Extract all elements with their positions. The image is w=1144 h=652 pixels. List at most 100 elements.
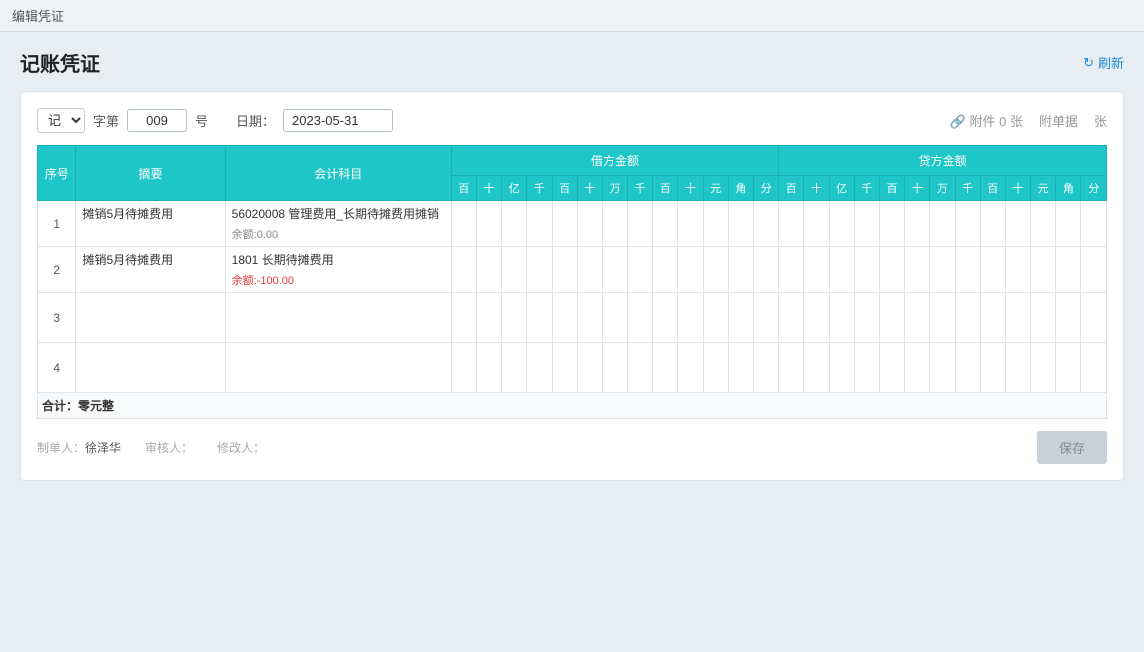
credit-cell-r0-d10[interactable] (1031, 201, 1056, 247)
debit-cell-r1-d2[interactable] (502, 247, 527, 293)
debit-cell-r1-d12[interactable] (754, 247, 779, 293)
debit-cell-r3-d3[interactable] (527, 343, 552, 393)
credit-cell-r2-d1[interactable] (804, 293, 829, 343)
debit-cell-r0-d1[interactable] (476, 201, 501, 247)
credit-cell-r1-d1[interactable] (804, 247, 829, 293)
debit-cell-r3-d12[interactable] (754, 343, 779, 393)
debit-cell-r3-d1[interactable] (476, 343, 501, 393)
credit-cell-r0-d7[interactable] (955, 201, 980, 247)
debit-cell-r3-d9[interactable] (678, 343, 703, 393)
credit-cell-r3-d3[interactable] (854, 343, 879, 393)
debit-cell-r3-d10[interactable] (703, 343, 728, 393)
debit-cell-r0-d9[interactable] (678, 201, 703, 247)
credit-cell-r3-d0[interactable] (779, 343, 804, 393)
credit-cell-r0-d11[interactable] (1056, 201, 1081, 247)
debit-cell-r3-d6[interactable] (602, 343, 627, 393)
debit-cell-r1-d10[interactable] (703, 247, 728, 293)
row-summary-0[interactable]: 摊销5月待摊费用 (76, 201, 225, 247)
debit-cell-r2-d0[interactable] (451, 293, 476, 343)
debit-cell-r0-d2[interactable] (502, 201, 527, 247)
debit-cell-r3-d5[interactable] (577, 343, 602, 393)
credit-cell-r2-d11[interactable] (1056, 293, 1081, 343)
debit-cell-r3-d7[interactable] (628, 343, 653, 393)
row-account-2[interactable] (225, 293, 451, 343)
credit-cell-r2-d4[interactable] (879, 293, 904, 343)
credit-cell-r3-d6[interactable] (930, 343, 955, 393)
debit-cell-r2-d4[interactable] (552, 293, 577, 343)
credit-cell-r2-d8[interactable] (980, 293, 1005, 343)
credit-cell-r1-d7[interactable] (955, 247, 980, 293)
debit-cell-r2-d11[interactable] (728, 293, 753, 343)
debit-cell-r0-d4[interactable] (552, 201, 577, 247)
credit-cell-r3-d7[interactable] (955, 343, 980, 393)
debit-cell-r3-d8[interactable] (653, 343, 678, 393)
credit-cell-r1-d10[interactable] (1031, 247, 1056, 293)
debit-cell-r1-d6[interactable] (602, 247, 627, 293)
credit-cell-r1-d3[interactable] (854, 247, 879, 293)
credit-cell-r2-d9[interactable] (1005, 293, 1030, 343)
debit-cell-r1-d0[interactable] (451, 247, 476, 293)
row-account-1[interactable]: 1801 长期待摊费用余额:-100.00 (225, 247, 451, 293)
credit-cell-r0-d12[interactable] (1081, 201, 1107, 247)
debit-cell-r0-d11[interactable] (728, 201, 753, 247)
debit-cell-r2-d5[interactable] (577, 293, 602, 343)
debit-cell-r1-d4[interactable] (552, 247, 577, 293)
credit-cell-r1-d5[interactable] (905, 247, 930, 293)
debit-cell-r2-d6[interactable] (602, 293, 627, 343)
debit-cell-r2-d3[interactable] (527, 293, 552, 343)
dan-ju-link[interactable]: 附单据 (1039, 111, 1078, 130)
credit-cell-r0-d3[interactable] (854, 201, 879, 247)
credit-cell-r2-d7[interactable] (955, 293, 980, 343)
credit-cell-r3-d2[interactable] (829, 343, 854, 393)
credit-cell-r0-d8[interactable] (980, 201, 1005, 247)
prefix-select[interactable]: 记 (37, 108, 85, 133)
debit-cell-r0-d0[interactable] (451, 201, 476, 247)
credit-cell-r2-d3[interactable] (854, 293, 879, 343)
credit-cell-r3-d11[interactable] (1056, 343, 1081, 393)
debit-cell-r2-d10[interactable] (703, 293, 728, 343)
debit-cell-r0-d10[interactable] (703, 201, 728, 247)
credit-cell-r2-d0[interactable] (779, 293, 804, 343)
credit-cell-r0-d0[interactable] (779, 201, 804, 247)
credit-cell-r0-d9[interactable] (1005, 201, 1030, 247)
debit-cell-r1-d11[interactable] (728, 247, 753, 293)
debit-cell-r3-d2[interactable] (502, 343, 527, 393)
credit-cell-r3-d1[interactable] (804, 343, 829, 393)
credit-cell-r3-d5[interactable] (905, 343, 930, 393)
debit-cell-r1-d3[interactable] (527, 247, 552, 293)
debit-cell-r1-d5[interactable] (577, 247, 602, 293)
debit-cell-r2-d9[interactable] (678, 293, 703, 343)
credit-cell-r0-d6[interactable] (930, 201, 955, 247)
debit-cell-r0-d12[interactable] (754, 201, 779, 247)
row-summary-3[interactable] (76, 343, 225, 393)
debit-cell-r2-d2[interactable] (502, 293, 527, 343)
credit-cell-r0-d1[interactable] (804, 201, 829, 247)
credit-cell-r3-d4[interactable] (879, 343, 904, 393)
credit-cell-r2-d5[interactable] (905, 293, 930, 343)
credit-cell-r3-d8[interactable] (980, 343, 1005, 393)
credit-cell-r1-d6[interactable] (930, 247, 955, 293)
row-account-0[interactable]: 56020008 管理费用_长期待摊费用摊销余额:0.00 (225, 201, 451, 247)
credit-cell-r1-d4[interactable] (879, 247, 904, 293)
refresh-button[interactable]: ↻ 刷新 (1083, 53, 1124, 72)
debit-cell-r1-d7[interactable] (628, 247, 653, 293)
debit-cell-r0-d8[interactable] (653, 201, 678, 247)
credit-cell-r1-d12[interactable] (1081, 247, 1107, 293)
debit-cell-r2-d12[interactable] (754, 293, 779, 343)
debit-cell-r0-d3[interactable] (527, 201, 552, 247)
debit-cell-r2-d7[interactable] (628, 293, 653, 343)
credit-cell-r1-d2[interactable] (829, 247, 854, 293)
debit-cell-r1-d9[interactable] (678, 247, 703, 293)
debit-cell-r1-d1[interactable] (476, 247, 501, 293)
date-input[interactable] (283, 109, 393, 132)
debit-cell-r0-d7[interactable] (628, 201, 653, 247)
row-account-3[interactable] (225, 343, 451, 393)
debit-cell-r3-d4[interactable] (552, 343, 577, 393)
credit-cell-r2-d12[interactable] (1081, 293, 1107, 343)
row-summary-1[interactable]: 摊销5月待摊费用 (76, 247, 225, 293)
debit-cell-r2-d8[interactable] (653, 293, 678, 343)
credit-cell-r3-d9[interactable] (1005, 343, 1030, 393)
credit-cell-r1-d9[interactable] (1005, 247, 1030, 293)
debit-cell-r3-d0[interactable] (451, 343, 476, 393)
save-button[interactable]: 保存 (1037, 431, 1107, 464)
